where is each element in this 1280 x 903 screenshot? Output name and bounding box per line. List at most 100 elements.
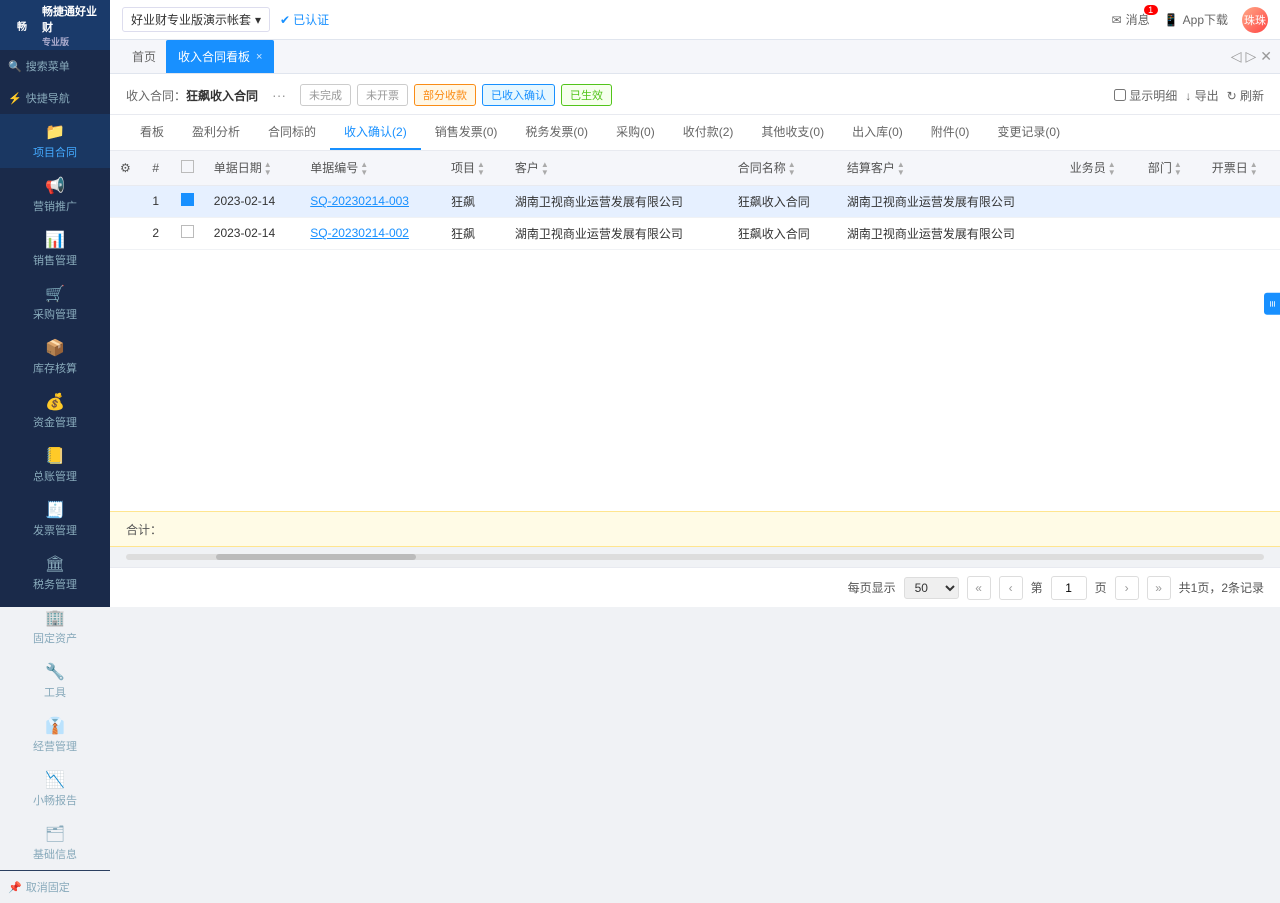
status-tag-2[interactable]: 部分收款 [414, 84, 476, 106]
code-col-header[interactable]: 单据编号▲▼ [300, 151, 441, 185]
per-page-label: 每页显示 [848, 579, 896, 596]
side-panel-toggle[interactable]: ≡ [1264, 292, 1280, 314]
contract-col-header[interactable]: 合同名称▲▼ [728, 151, 837, 185]
sidebar-item-4[interactable]: 📦 库存核算 [0, 330, 110, 384]
project-col-header[interactable]: 项目▲▼ [441, 151, 505, 185]
inner-tab-8[interactable]: 其他收支(0) [747, 115, 838, 150]
row-settings-0 [110, 185, 141, 217]
pin-button[interactable]: 📌 取消固定 [0, 871, 110, 903]
sidebar-item-13[interactable]: 🗂 基础信息 [0, 816, 110, 870]
page-unit: 页 [1095, 579, 1107, 596]
inner-tab-4[interactable]: 销售发票(0) [421, 115, 512, 150]
inner-tab-7[interactable]: 收付款(2) [669, 115, 748, 150]
close-tab-button[interactable]: × [256, 51, 262, 63]
page-input[interactable] [1051, 576, 1087, 600]
export-label: 导出 [1195, 89, 1219, 103]
sidebar-item-5[interactable]: 💰 资金管理 [0, 384, 110, 438]
row-code-0[interactable]: SQ-20230214-003 [300, 185, 441, 217]
page-title-row: 收入合同：狂飙收入合同 ··· 未完成未开票部分收款已收入确认已生效 显示明细 … [126, 84, 1264, 106]
inner-tabs: 看板盈利分析合同标的收入确认(2)销售发票(0)税务发票(0)采购(0)收付款(… [110, 115, 1280, 151]
scroll-area[interactable] [110, 547, 1280, 567]
sidebar: 畅 畅捷通好业财 专业版 🔍 搜索菜单 ⚡ 快捷导航 📁 项目合同 📢 营销推广… [0, 0, 110, 607]
next-page-button[interactable]: › [1115, 576, 1139, 600]
more-options-button[interactable]: ··· [268, 87, 290, 103]
row-checkbox-0[interactable] [171, 185, 204, 217]
sidebar-item-1[interactable]: 📢 营销推广 [0, 168, 110, 222]
inner-tab-2[interactable]: 合同标的 [254, 115, 330, 150]
company-selector[interactable]: 好业财专业版演示帐套 ▾ [122, 7, 270, 32]
inner-tab-11[interactable]: 变更记录(0) [983, 115, 1074, 150]
settings-col-header[interactable]: ⚙ [110, 151, 141, 185]
inner-tab-6[interactable]: 采购(0) [602, 115, 669, 150]
row-code-1[interactable]: SQ-20230214-002 [300, 217, 441, 249]
refresh-button[interactable]: ↻ 刷新 [1227, 87, 1264, 104]
content-area: 首页 收入合同看板 × ◁ ▷ ✕ 收入合同：狂飙收入合同 ··· 未完成未开票… [110, 40, 1280, 607]
scroll-track[interactable] [126, 554, 1264, 560]
export-button[interactable]: ↓ 导出 [1185, 87, 1218, 104]
nav-prev-icon[interactable]: ◁ [1231, 48, 1242, 65]
sidebar-icon-12: 📉 [45, 770, 65, 790]
prev-page-button[interactable]: ‹ [999, 576, 1023, 600]
result-customer-col-header[interactable]: 结算客户▲▼ [837, 151, 1060, 185]
sidebar-icon-10: 🔧 [45, 662, 65, 682]
inner-tab-10[interactable]: 附件(0) [917, 115, 984, 150]
sidebar-item-11[interactable]: 👔 经营管理 [0, 708, 110, 762]
open-date-col-header[interactable]: 开票日▲▼ [1202, 151, 1280, 185]
row-salesman-1 [1060, 217, 1138, 249]
table-row[interactable]: 1 2023-02-14 SQ-20230214-003 狂飙 湖南卫视商业运营… [110, 185, 1280, 217]
sidebar-label-4: 库存核算 [33, 360, 77, 376]
sidebar-item-12[interactable]: 📉 小畅报告 [0, 762, 110, 816]
quick-nav-item[interactable]: ⚡ 快捷导航 [0, 82, 110, 114]
status-tag-4[interactable]: 已生效 [561, 84, 612, 106]
sidebar-bottom: 📌 取消固定 [0, 870, 110, 903]
scroll-thumb[interactable] [216, 554, 416, 560]
per-page-select[interactable]: 50 20 100 [904, 577, 959, 599]
sidebar-item-9[interactable]: 🏢 固定资产 [0, 600, 110, 654]
sidebar-item-0[interactable]: 📁 项目合同 [0, 114, 110, 168]
inner-tab-5[interactable]: 税务发票(0) [511, 115, 602, 150]
last-page-button[interactable]: » [1147, 576, 1171, 600]
user-avatar[interactable]: 珠珠 [1242, 7, 1268, 33]
home-tab[interactable]: 首页 [122, 40, 166, 73]
row-open-date-0 [1202, 185, 1280, 217]
date-col-header[interactable]: 单据日期▲▼ [204, 151, 300, 185]
status-tag-1[interactable]: 未开票 [357, 84, 408, 106]
first-page-button[interactable]: « [967, 576, 991, 600]
row-checkbox-1[interactable] [171, 217, 204, 249]
status-tag-0[interactable]: 未完成 [300, 84, 351, 106]
page-title: 收入合同：狂飙收入合同 [126, 87, 258, 104]
inner-tab-9[interactable]: 出入库(0) [838, 115, 917, 150]
inner-tab-0[interactable]: 看板 [126, 115, 178, 150]
search-menu-item[interactable]: 🔍 搜索菜单 [0, 50, 110, 82]
active-tab[interactable]: 收入合同看板 × [166, 40, 274, 73]
department-col-header[interactable]: 部门▲▼ [1138, 151, 1202, 185]
user-name: 珠珠 [1244, 12, 1266, 28]
status-tag-3[interactable]: 已收入确认 [482, 84, 555, 106]
customer-col-header[interactable]: 客户▲▼ [505, 151, 728, 185]
inner-tab-3[interactable]: 收入确认(2) [330, 115, 421, 150]
sidebar-label-6: 总账管理 [33, 468, 77, 484]
app-download-button[interactable]: 📱 App下载 [1164, 11, 1228, 28]
row-contract-0: 狂飙收入合同 [728, 185, 837, 217]
sidebar-item-3[interactable]: 🛒 采购管理 [0, 276, 110, 330]
show-detail-checkbox[interactable]: 显示明细 [1114, 87, 1177, 104]
app-name: 畅捷通好业财 [42, 3, 102, 35]
message-button[interactable]: ✉ 1 消息 [1112, 11, 1150, 28]
refresh-icon: ↻ [1227, 89, 1237, 103]
sidebar-item-10[interactable]: 🔧 工具 [0, 654, 110, 708]
nav-next-icon[interactable]: ▷ [1245, 48, 1256, 65]
sidebar-item-7[interactable]: 🧾 发票管理 [0, 492, 110, 546]
salesman-col-header[interactable]: 业务员▲▼ [1060, 151, 1138, 185]
table-area: ⚙ # 单据日期▲▼ 单据编号▲▼ 项目▲▼ 客户▲▼ 合同名称▲▼ 结算客户▲… [110, 151, 1280, 511]
nav-close-icon[interactable]: ✕ [1260, 48, 1272, 65]
sidebar-item-8[interactable]: 🏛 税务管理 [0, 546, 110, 600]
sidebar-item-2[interactable]: 📊 销售管理 [0, 222, 110, 276]
table-row[interactable]: 2 2023-02-14 SQ-20230214-002 狂飙 湖南卫视商业运营… [110, 217, 1280, 249]
inner-tab-1[interactable]: 盈利分析 [178, 115, 254, 150]
sidebar-item-6[interactable]: 📒 总账管理 [0, 438, 110, 492]
sidebar-icon-0: 📁 [45, 122, 65, 142]
status-tags: 未完成未开票部分收款已收入确认已生效 [300, 84, 612, 106]
checkbox-col-header[interactable] [171, 151, 204, 185]
row-department-0 [1138, 185, 1202, 217]
quick-nav-label: 快捷导航 [26, 90, 70, 106]
